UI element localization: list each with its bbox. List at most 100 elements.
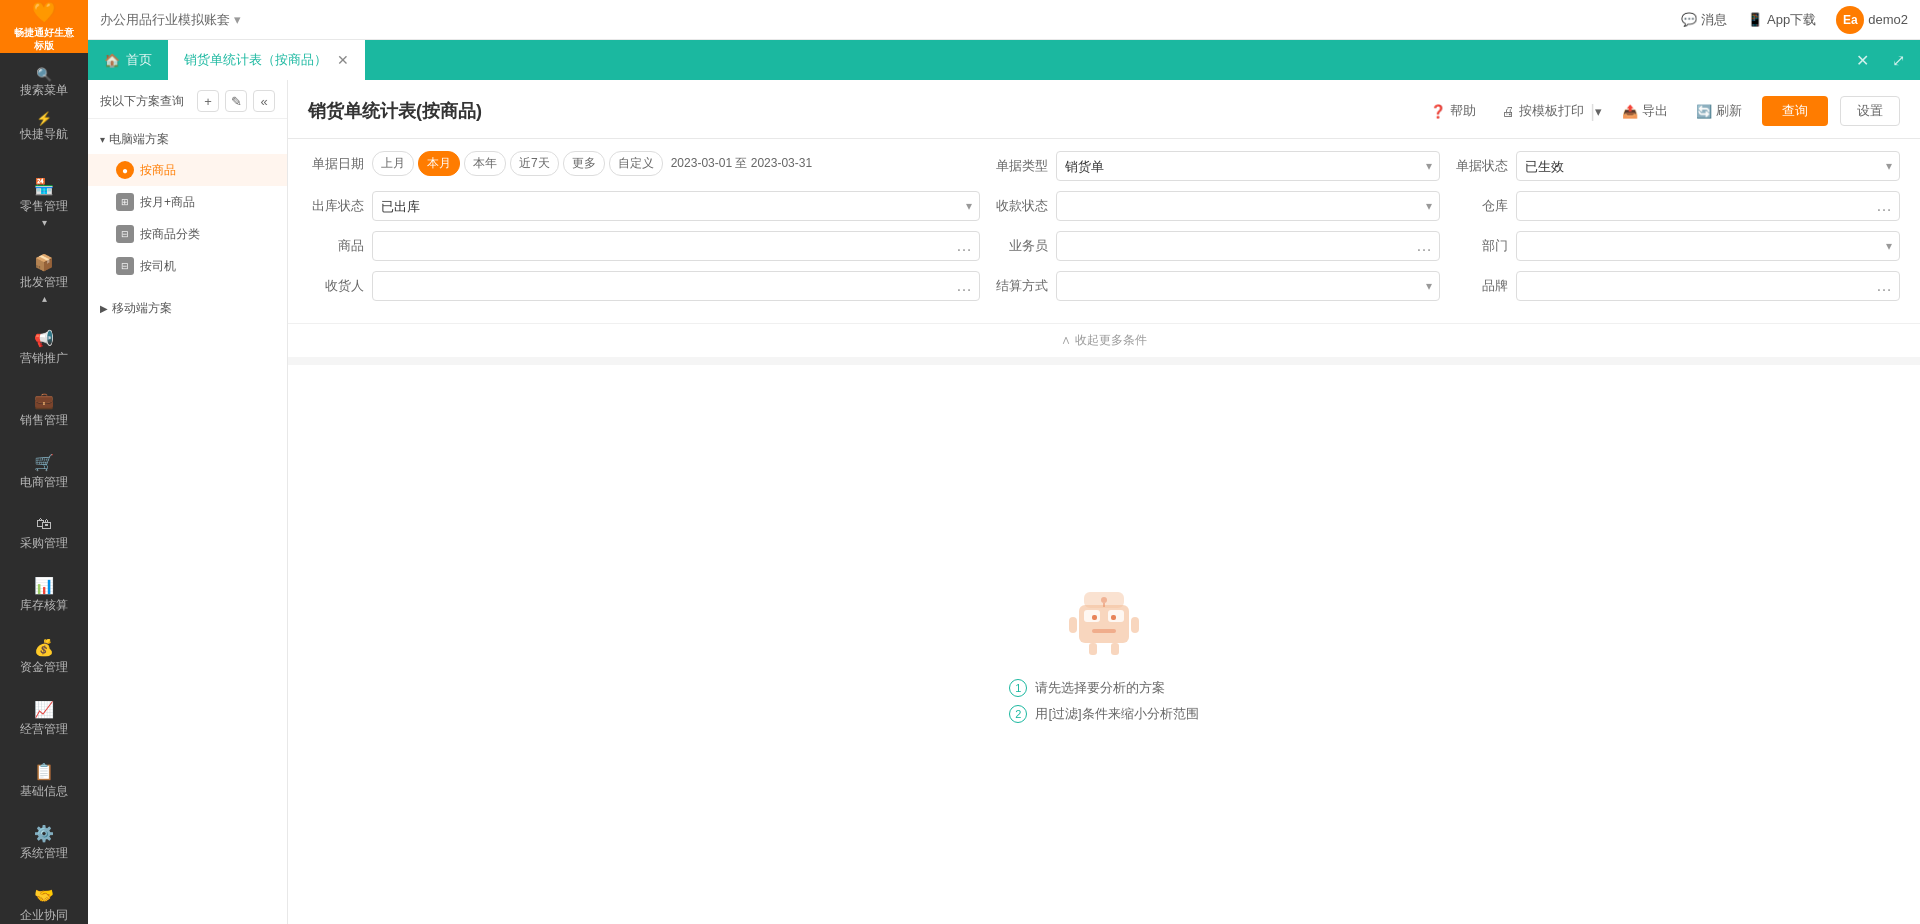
date-this-year-btn[interactable]: 本年 xyxy=(464,151,506,176)
tab-home-label: 首页 xyxy=(126,51,152,69)
settlement-label: 结算方式 xyxy=(992,277,1048,295)
date-this-month-btn[interactable]: 本月 xyxy=(418,151,460,176)
date-custom-btn[interactable]: 自定义 xyxy=(609,151,663,176)
payment-status-label: 收款状态 xyxy=(992,197,1048,215)
empty-state: 1 请先选择要分析的方案 2 用[过滤]条件来缩小分析范围 xyxy=(288,365,1920,924)
sidebar-item-inventory[interactable]: 📊 库存核算 xyxy=(0,564,88,626)
user-menu[interactable]: Ea demo2 xyxy=(1836,6,1908,34)
scheme-item-by-category[interactable]: ⊟ 按商品分类 xyxy=(88,218,287,250)
operations-icon: 📈 xyxy=(4,700,84,719)
print-dropdown-icon[interactable]: ▾ xyxy=(1595,104,1602,119)
industry-dropdown-icon: ▾ xyxy=(234,12,241,27)
salesperson-input[interactable] xyxy=(1056,231,1440,261)
settings-btn[interactable]: 设置 xyxy=(1840,96,1900,126)
scheme-edit-btn[interactable]: ✎ xyxy=(225,90,247,112)
tab-sales-stats-label: 销货单统计表（按商品） xyxy=(184,51,327,69)
sidebar-item-system[interactable]: ⚙️ 系统管理 xyxy=(0,812,88,874)
tab-close-btn[interactable]: ✕ xyxy=(337,52,349,68)
scheme-group-desktop: ▾ 电脑端方案 ● 按商品 ⊞ 按月+商品 ⊟ 按商品分类 ⊟ 按司机 xyxy=(88,119,287,288)
empty-step-1: 1 请先选择要分析的方案 xyxy=(1009,679,1198,697)
product-input[interactable] xyxy=(372,231,980,261)
scheme-group-mobile-header[interactable]: ▶ 移动端方案 xyxy=(88,294,287,323)
sidebar-item-marketing[interactable]: 📢 营销推广 xyxy=(0,317,88,379)
svg-rect-5 xyxy=(1092,629,1116,633)
scheme-item-category-icon: ⊟ xyxy=(116,225,134,243)
svg-rect-6 xyxy=(1069,617,1077,633)
scheme-item-by-product-label: 按商品 xyxy=(140,162,176,179)
scheme-panel: 按以下方案查询 + ✎ « ▾ 电脑端方案 ● 按商品 ⊞ 按 xyxy=(88,80,288,924)
scheme-item-grid-icon: ⊞ xyxy=(116,193,134,211)
tab-close-all-btn[interactable]: ✕ xyxy=(1848,46,1876,74)
page-title-row: 销货单统计表(按商品) ❓ 帮助 🖨 按模板打印 | ▾ xyxy=(308,96,1900,126)
industry-selector[interactable]: 办公用品行业模拟账套 ▾ xyxy=(100,11,241,29)
sidebar-item-operations[interactable]: 📈 经营管理 xyxy=(0,688,88,750)
topbar: 办公用品行业模拟账套 ▾ 💬 消息 📱 App下载 Ea demo2 xyxy=(88,0,1920,40)
empty-state-icon xyxy=(1054,567,1154,667)
sidebar-item-retail[interactable]: 🏪 零售管理 ▾ xyxy=(0,165,88,241)
warehouse-label: 仓库 xyxy=(1452,197,1508,215)
date-quick-group: 上月 本月 本年 近7天 更多 自定义 2023-03-01 至 2023-03… xyxy=(372,151,812,176)
recipient-label: 收货人 xyxy=(308,277,364,295)
tab-home[interactable]: 🏠 首页 xyxy=(88,40,168,80)
out-status-select-wrapper: 已出库 xyxy=(372,191,980,221)
settlement-select[interactable] xyxy=(1056,271,1440,301)
department-select[interactable] xyxy=(1516,231,1900,261)
tabbar-actions: ✕ ⤢ xyxy=(1848,46,1920,74)
scheme-group-desktop-header[interactable]: ▾ 电脑端方案 xyxy=(88,125,287,154)
date-more-btn[interactable]: 更多 xyxy=(563,151,605,176)
filter-payment-status: 收款状态 xyxy=(992,191,1440,221)
date-label: 单据日期 xyxy=(308,155,364,173)
tab-sales-stats[interactable]: 销货单统计表（按商品） ✕ xyxy=(168,40,365,80)
step-1-num: 1 xyxy=(1009,679,1027,697)
scheme-item-by-product[interactable]: ● 按商品 xyxy=(88,154,287,186)
query-btn[interactable]: 查询 xyxy=(1762,96,1828,126)
content-area: 按以下方案查询 + ✎ « ▾ 电脑端方案 ● 按商品 ⊞ 按 xyxy=(88,80,1920,924)
payment-status-select[interactable] xyxy=(1056,191,1440,221)
recipient-input[interactable] xyxy=(372,271,980,301)
app-download-btn[interactable]: 📱 App下载 xyxy=(1747,11,1816,29)
sidebar-item-wholesale[interactable]: 📦 批发管理 ▴ xyxy=(0,241,88,317)
date-last-7-days-btn[interactable]: 近7天 xyxy=(510,151,559,176)
svg-rect-3 xyxy=(1092,615,1097,620)
doc-type-select[interactable]: 销货单 xyxy=(1056,151,1440,181)
scheme-add-btn[interactable]: + xyxy=(197,90,219,112)
brand-input[interactable] xyxy=(1516,271,1900,301)
export-btn[interactable]: 📤 导出 xyxy=(1614,98,1676,124)
warehouse-input[interactable] xyxy=(1516,191,1900,221)
help-btn[interactable]: ❓ 帮助 xyxy=(1422,98,1484,124)
scheme-collapse-btn[interactable]: « xyxy=(253,90,275,112)
template-print-btn[interactable]: 🖨 按模板打印 xyxy=(1496,98,1590,124)
sidebar-item-quicknav[interactable]: ⚡ 快捷导航 xyxy=(0,105,88,157)
tab-expand-btn[interactable]: ⤢ xyxy=(1884,46,1912,74)
sidebar-item-enterprise[interactable]: 🤝 企业协同 xyxy=(0,874,88,924)
sales-icon: 💼 xyxy=(4,391,84,410)
chevron-down-icon: ▾ xyxy=(100,134,105,145)
scheme-item-by-driver[interactable]: ⊟ 按司机 xyxy=(88,250,287,282)
date-last-month-btn[interactable]: 上月 xyxy=(372,151,414,176)
sidebar-item-sales[interactable]: 💼 销售管理 xyxy=(0,379,88,441)
scheme-group-mobile-label: 移动端方案 xyxy=(112,300,172,317)
sidebar-item-basics[interactable]: 📋 基础信息 xyxy=(0,750,88,812)
refresh-btn[interactable]: 🔄 刷新 xyxy=(1688,98,1750,124)
doc-status-select[interactable]: 已生效 xyxy=(1516,151,1900,181)
sidebar-item-ecommerce[interactable]: 🛒 电商管理 xyxy=(0,441,88,503)
doc-type-select-wrapper: 销货单 xyxy=(1056,151,1440,181)
avatar: Ea xyxy=(1836,6,1864,34)
filter-salesperson: 业务员 … xyxy=(992,231,1440,261)
sidebar-item-search[interactable]: 🔍 搜索菜单 xyxy=(0,53,88,105)
sidebar-item-finance[interactable]: 💰 资金管理 xyxy=(0,626,88,688)
app-download-label: App下载 xyxy=(1767,11,1816,29)
collapse-label: ∧ 收起更多条件 xyxy=(1061,333,1146,347)
scheme-item-by-month-product[interactable]: ⊞ 按月+商品 xyxy=(88,186,287,218)
sidebar-item-purchase[interactable]: 🛍 采购管理 xyxy=(0,503,88,564)
collapse-bar[interactable]: ∧ 收起更多条件 xyxy=(288,323,1920,357)
template-print-label: 按模板打印 xyxy=(1519,102,1584,120)
messages-btn[interactable]: 💬 消息 xyxy=(1681,11,1727,29)
finance-icon: 💰 xyxy=(4,638,84,657)
app-logo: 🧡 畅捷通好生意 标版 xyxy=(0,0,88,53)
product-input-wrapper: … xyxy=(372,231,980,261)
svg-rect-4 xyxy=(1111,615,1116,620)
export-label: 导出 xyxy=(1642,102,1668,120)
filter-warehouse: 仓库 … xyxy=(1452,191,1900,221)
out-status-select[interactable]: 已出库 xyxy=(372,191,980,221)
